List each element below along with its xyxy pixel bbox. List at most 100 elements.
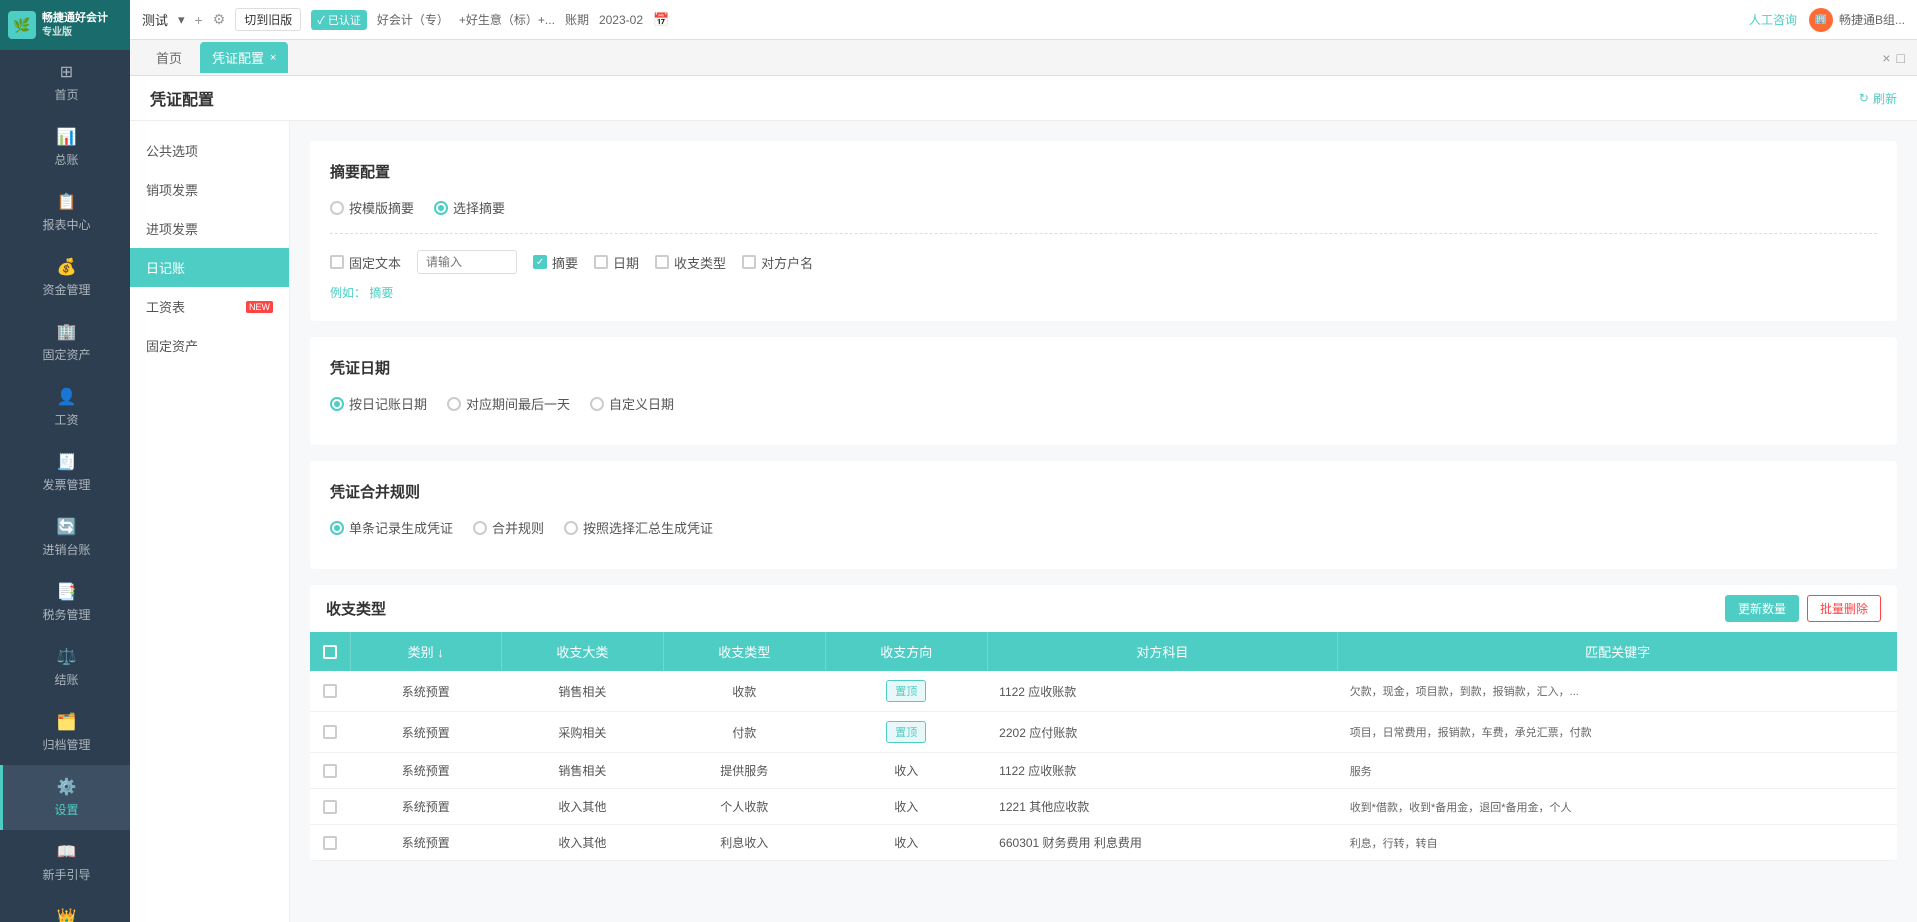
summary-checkbox: ✓ [533,255,547,269]
tab-close-icon[interactable]: × [270,52,276,64]
row-category: 系统预置 [350,671,501,712]
sidebar-item-tax[interactable]: 📑 税务管理 [0,570,130,635]
table-row: 系统预置 销售相关 提供服务 收入 1122 应收账款 服务 [310,753,1897,789]
menu-item-public[interactable]: 公共选项 [130,131,289,170]
tab-home[interactable]: 首页 [142,42,196,73]
date-radio-group: 按日记账日期 对应期间最后一天 自定义日期 [330,394,1877,413]
update-button[interactable]: 更新数量 [1725,595,1799,622]
window-max-icon[interactable]: □ [1897,50,1905,66]
fixed-text-input[interactable] [417,250,517,274]
calendar-icon[interactable]: 📅 [653,12,669,28]
sidebar-item-fixed-assets[interactable]: 🏢 固定资产 [0,310,130,375]
help-label[interactable]: 人工咨询 [1749,11,1797,28]
radio-journal-date[interactable]: 按日记账日期 [330,394,427,413]
topbar-settings-icon[interactable]: ⚙ [213,11,226,28]
radio-last-day-icon [447,397,461,411]
row-checkbox[interactable] [310,825,350,861]
col-category[interactable]: 类别 ↓ [350,632,501,671]
row-account: 1221 其他应收款 [987,789,1338,825]
table-header-row: 收支类型 更新数量 批量删除 [310,585,1897,632]
user-name[interactable]: 畅捷通B组... [1839,11,1905,28]
logo-icon: 🌿 [8,11,36,39]
sidebar-item-settlement[interactable]: ⚖️ 结账 [0,635,130,700]
radio-custom-icon [590,397,604,411]
page-header: 凭证配置 ↻ 刷新 [130,76,1917,121]
radio-select-summary[interactable]: 选择摘要 [434,198,505,217]
settings-icon: ⚙️ [57,777,77,797]
row-direction-text: 收入 [894,764,918,778]
example-text: 例如： 摘要 [330,284,1877,301]
menu-item-journal[interactable]: 日记账 [130,248,289,287]
home-icon: ⊞ [60,62,73,82]
menu-item-fixed-assets[interactable]: 固定资产 [130,326,289,365]
summary-section-title: 摘要配置 [330,161,1877,182]
sidebar-item-guide[interactable]: 📖 新手引导 [0,830,130,895]
topbar-title: 测试 [142,10,168,29]
row-category: 系统预置 [350,753,501,789]
refresh-button[interactable]: ↻ 刷新 [1859,90,1897,107]
radio-total[interactable]: 按照选择汇总生成凭证 [564,518,713,537]
sidebar-item-purchase-sales[interactable]: 🔄 进销台账 [0,505,130,570]
row-checkbox[interactable] [310,789,350,825]
report-icon: 📋 [57,192,77,212]
checkbox-fixed-text[interactable]: 固定文本 [330,253,401,272]
radio-template-icon [330,201,344,215]
topbar-dropdown-icon[interactable]: ▾ [178,12,185,28]
table-row: 系统预置 采购相关 付款 置顶 2202 应付账款 项目，日常费用，报销款，车费… [310,712,1897,753]
sidebar-item-general-ledger[interactable]: 📊 总账 [0,115,130,180]
radio-last-day[interactable]: 对应期间最后一天 [447,394,570,413]
sidebar-item-member[interactable]: 👑 畅会员 [0,895,130,922]
table-body: 系统预置 销售相关 收款 置顶 1122 应收账款 欠款，现金，项目款，到款，报… [310,671,1897,861]
row-direction: 收入 [825,825,987,861]
tab-voucher-config[interactable]: 凭证配置 × [200,42,288,73]
row-direction-text: 收入 [894,836,918,850]
radio-merge-icon [473,521,487,535]
pin-button[interactable]: 置顶 [886,680,926,702]
member-icon: 👑 [57,907,77,922]
sidebar-item-settings[interactable]: ⚙️ 设置 [0,765,130,830]
radio-merge-rule[interactable]: 合并规则 [473,518,544,537]
sidebar-item-invoice[interactable]: 🧾 发票管理 [0,440,130,505]
topbar: 测试 ▾ + ⚙ 切到旧版 ✓ 已认证 好会计（专） +好生意（标）+... 账… [130,0,1917,40]
row-direction: 收入 [825,789,987,825]
cashflow-table: 类别 ↓ 收支大类 收支类型 收支方向 对方科目 匹配关键字 系统预置 销售相关 [310,632,1897,861]
radio-template-summary[interactable]: 按模版摘要 [330,198,414,217]
radio-custom-date[interactable]: 自定义日期 [590,394,674,413]
logo-text: 畅捷通好会计 专业版 [42,11,108,38]
sidebar-item-funds[interactable]: 💰 资金管理 [0,245,130,310]
topbar-add-icon[interactable]: + [195,12,203,28]
page-title: 凭证配置 [150,86,214,110]
date-section: 凭证日期 按日记账日期 对应期间最后一天 自定义日期 [310,337,1897,445]
radio-single-record[interactable]: 单条记录生成凭证 [330,518,453,537]
window-close-icon[interactable]: × [1882,50,1890,66]
col-account: 对方科目 [987,632,1338,671]
radio-select-icon [434,201,448,215]
checkbox-summary[interactable]: ✓ 摘要 [533,253,578,272]
sidebar-item-home[interactable]: ⊞ 首页 [0,50,130,115]
sidebar-item-reports[interactable]: 📋 报表中心 [0,180,130,245]
menu-item-payroll[interactable]: 工资表 NEW [130,287,289,326]
summary-radio-group: 按模版摘要 选择摘要 [330,198,1877,217]
checkbox-counterparty[interactable]: 对方户名 [742,253,813,272]
row-checkbox[interactable] [310,712,350,753]
row-keyword: 欠款，现金，项目款，到款，报销款，汇入，... [1338,671,1897,712]
checkbox-date[interactable]: 日期 [594,253,639,272]
topbar-info2: +好生意（标）+... [459,11,555,28]
row-major-type: 销售相关 [501,671,663,712]
sidebar-item-archive[interactable]: 🗂️ 归档管理 [0,700,130,765]
invoice-icon: 🧾 [57,452,77,472]
certified-badge: ✓ 已认证 [311,10,367,30]
row-checkbox[interactable] [310,671,350,712]
batch-delete-button[interactable]: 批量删除 [1807,595,1881,622]
topbar-right: 人工咨询 🏢 畅捷通B组... [1749,8,1905,32]
menu-item-sales-invoice[interactable]: 销项发票 [130,170,289,209]
topbar-info1: 好会计（专） [377,11,449,28]
sidebar-item-payroll[interactable]: 👤 工资 [0,375,130,440]
menu-item-purchase-invoice[interactable]: 进项发票 [130,209,289,248]
row-checkbox[interactable] [310,753,350,789]
switch-version-button[interactable]: 切到旧版 [235,8,301,31]
tab-bar: 首页 凭证配置 × × □ [130,40,1917,76]
pin-button[interactable]: 置顶 [886,721,926,743]
col-checkbox[interactable] [310,632,350,671]
checkbox-type[interactable]: 收支类型 [655,253,726,272]
